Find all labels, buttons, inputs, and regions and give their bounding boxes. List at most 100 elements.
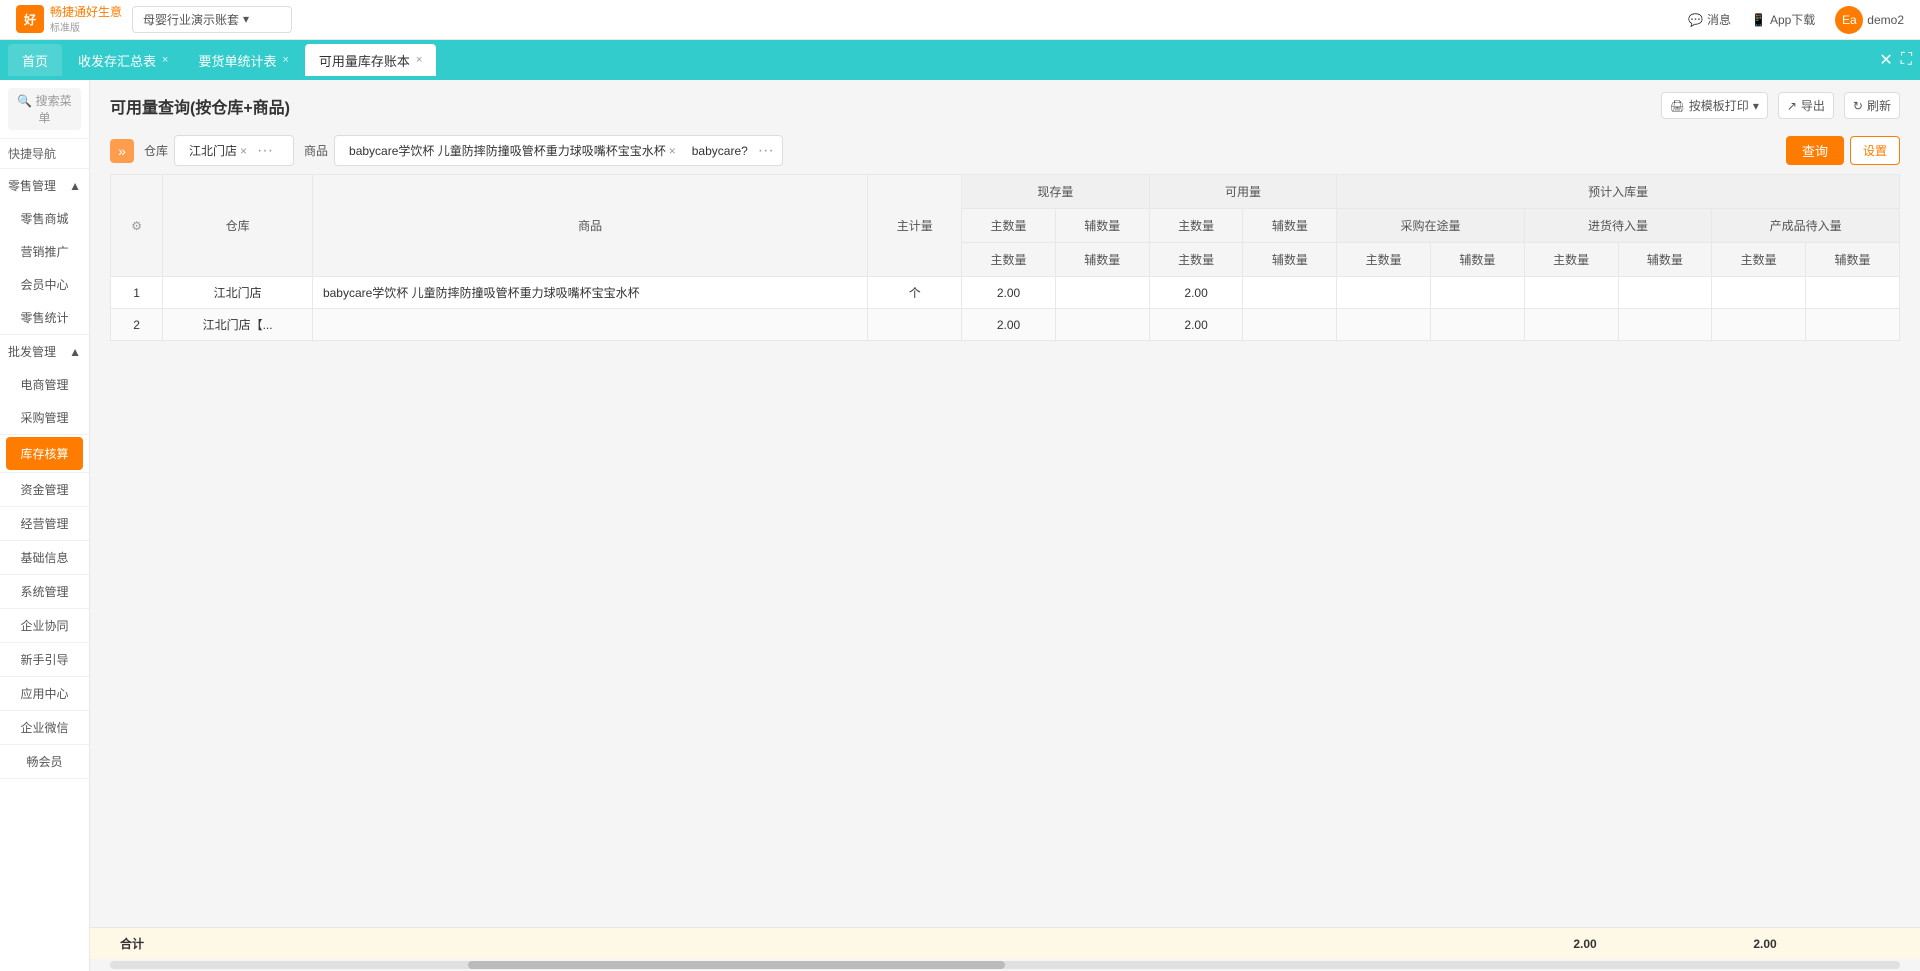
- sidebar-item-new-guide[interactable]: 新手引导: [0, 643, 89, 676]
- page-title: 可用量查询(按仓库+商品): [110, 94, 290, 118]
- sidebar-quick-nav[interactable]: 快捷导航: [0, 139, 89, 169]
- top-bar-left: 好 畅捷通好生意 标准版 母婴行业演示账套 ▾: [16, 5, 292, 34]
- close-all-tabs-icon[interactable]: ✕: [1879, 50, 1892, 70]
- th-av-main: 主数量: [1149, 243, 1243, 277]
- tab-home-label: 首页: [22, 51, 48, 70]
- sidebar-item-operation[interactable]: 经营管理: [0, 507, 89, 540]
- top-bar: 好 畅捷通好生意 标准版 母婴行业演示账套 ▾ 💬 消息 📱 App下载 Ea …: [0, 0, 1920, 40]
- cell-current-main: 2.00: [962, 277, 1056, 309]
- warehouse-filter-group: 仓库 江北门店 × ···: [144, 135, 294, 166]
- cell-inbound-pending-aux: [1618, 309, 1712, 341]
- sidebar-item-system[interactable]: 系统管理: [0, 575, 89, 608]
- template-print-label: 按模板打印: [1689, 97, 1749, 114]
- sidebar-section-finance: 资金管理: [0, 473, 89, 507]
- user-name: demo2: [1867, 13, 1904, 27]
- cell-purchase-transit-main: [1337, 309, 1431, 341]
- top-bar-right: 💬 消息 📱 App下载 Ea demo2: [1688, 6, 1904, 34]
- export-btn[interactable]: ↗ 导出: [1778, 92, 1834, 119]
- sidebar-item-finance[interactable]: 资金管理: [0, 473, 89, 506]
- query-btn[interactable]: 查询: [1786, 136, 1844, 165]
- sidebar-section-retail-header[interactable]: 零售管理 ▲: [0, 169, 89, 202]
- user-area[interactable]: Ea demo2: [1835, 6, 1904, 34]
- warehouse-input[interactable]: 江北门店 × ···: [174, 135, 294, 166]
- settings-btn[interactable]: 设置: [1850, 136, 1900, 165]
- sidebar: 🔍 搜索菜单 快捷导航 零售管理 ▲ 零售商城 营销推广 会员中心 零售统计 批…: [0, 80, 90, 971]
- sidebar-item-purchase[interactable]: 采购管理: [0, 401, 89, 434]
- sidebar-section-enterprise-collab: 企业协同: [0, 609, 89, 643]
- settings-col-icon[interactable]: ⚙: [131, 219, 142, 233]
- tab-home[interactable]: 首页: [8, 44, 62, 76]
- th-warehouse: 仓库: [163, 175, 313, 277]
- sidebar-section-retail-label: 零售管理: [8, 177, 56, 194]
- product-tag-0-close[interactable]: ×: [669, 144, 676, 158]
- message-btn[interactable]: 💬 消息: [1688, 11, 1731, 28]
- cell-main-unit: [868, 309, 962, 341]
- expand-filter-btn[interactable]: »: [110, 139, 134, 163]
- sidebar-item-ecommerce[interactable]: 电商管理: [0, 368, 89, 401]
- sidebar-section-wholesale: 批发管理 ▲ 电商管理 采购管理: [0, 335, 89, 435]
- avatar: Ea: [1835, 6, 1863, 34]
- cell-product-pending-main: [1712, 309, 1806, 341]
- sidebar-item-member-center[interactable]: 会员中心: [0, 268, 89, 301]
- sidebar-item-basic[interactable]: 基础信息: [0, 541, 89, 574]
- sidebar-item-enterprise-collab[interactable]: 企业协同: [0, 609, 89, 642]
- th-pp-aux: 辅数量: [1806, 243, 1900, 277]
- product-dots[interactable]: ···: [758, 142, 774, 160]
- footer-total-label: 合计: [110, 935, 144, 952]
- tab-order-stats[interactable]: 要货单统计表 ×: [184, 44, 302, 76]
- sidebar-search-btn[interactable]: 🔍 搜索菜单: [8, 88, 81, 130]
- sidebar-item-retail-mall[interactable]: 零售商城: [0, 202, 89, 235]
- product-input[interactable]: babycare学饮杯 儿童防摔防撞吸管杯重力球吸嘴杯宝宝水杯 × babyca…: [334, 135, 783, 166]
- org-selector[interactable]: 母婴行业演示账套 ▾: [132, 6, 292, 33]
- sidebar-section-vip-member: 畅会员: [0, 745, 89, 779]
- footer-values: 2.00 2.00: [1220, 937, 1900, 951]
- table-footer: 合计 2.00 2.00: [90, 927, 1920, 959]
- sidebar-item-retail-stats[interactable]: 零售统计: [0, 301, 89, 334]
- nav-tabs: 首页 收发存汇总表 × 要货单统计表 × 可用量库存账本 × ✕ ⛶: [0, 40, 1920, 80]
- th-main-unit: 主计量: [868, 175, 962, 277]
- sidebar-item-marketing[interactable]: 营销推广: [0, 235, 89, 268]
- scroll-thumb[interactable]: [468, 961, 1005, 969]
- tab-receive-send-close[interactable]: ×: [162, 54, 168, 66]
- tab-order-stats-close[interactable]: ×: [282, 54, 288, 66]
- filter-area: » 仓库 江北门店 × ··· 商品 babycare学饮杯 儿童防摔防撞吸管杯…: [90, 127, 1920, 174]
- template-print-btn[interactable]: 🖨 按模板打印 ▾: [1661, 92, 1768, 119]
- sidebar-item-enterprise-wechat[interactable]: 企业微信: [0, 711, 89, 744]
- th-inbound-pending-group: 进货待入量: [1524, 209, 1712, 243]
- sidebar-section-system: 系统管理: [0, 575, 89, 609]
- footer-available-aux: [1810, 937, 1900, 951]
- product-tag-label: babycare学饮杯 儿童防摔防撞吸管杯重力球吸嘴杯宝宝水杯: [349, 142, 666, 159]
- template-print-chevron: ▾: [1753, 99, 1759, 113]
- tab-receive-send[interactable]: 收发存汇总表 ×: [64, 44, 182, 76]
- warehouse-tag-0: 江北门店 ×: [183, 140, 253, 161]
- sidebar-section-app-center: 应用中心: [0, 677, 89, 711]
- logo-text: 畅捷通好生意: [50, 5, 122, 19]
- app-download-btn[interactable]: 📱 App下载: [1751, 11, 1815, 28]
- footer-current-aux: [1630, 937, 1720, 951]
- cell-row-num: 2: [111, 309, 163, 341]
- th-current-main-qty: 主数量: [962, 209, 1056, 243]
- logo-icon: 好: [16, 5, 44, 33]
- warehouse-tag-close[interactable]: ×: [240, 144, 247, 158]
- product-tag-1: babycare?: [686, 142, 754, 160]
- th-ip-aux: 辅数量: [1618, 243, 1712, 277]
- cell-row-num: 1: [111, 277, 163, 309]
- fullscreen-icon[interactable]: ⛶: [1901, 51, 1912, 69]
- data-table: ⚙ 仓库 商品 主计量 现存量: [110, 174, 1900, 341]
- tab-available-stock[interactable]: 可用量库存账本 ×: [305, 44, 436, 76]
- refresh-btn[interactable]: ↻ 刷新: [1844, 92, 1900, 119]
- sidebar-item-app-center[interactable]: 应用中心: [0, 677, 89, 710]
- warehouse-dots[interactable]: ···: [257, 142, 273, 160]
- message-icon: 💬: [1688, 13, 1703, 27]
- sidebar-item-vip-member[interactable]: 畅会员: [0, 745, 89, 778]
- sidebar-section-wholesale-header[interactable]: 批发管理 ▲: [0, 335, 89, 368]
- logo-area: 好 畅捷通好生意 标准版: [16, 5, 122, 34]
- th-settings[interactable]: ⚙: [111, 175, 163, 277]
- table-row: 1 江北门店 babycare学饮杯 儿童防摔防撞吸管杯重力球吸嘴杯宝宝水杯 个…: [111, 277, 1900, 309]
- th-cs-aux: 辅数量: [1055, 243, 1149, 277]
- cell-current-aux: [1055, 277, 1149, 309]
- sidebar-section-basic: 基础信息: [0, 541, 89, 575]
- sidebar-section-enterprise-wechat: 企业微信: [0, 711, 89, 745]
- sidebar-item-inventory[interactable]: 库存核算: [6, 437, 83, 470]
- tab-available-stock-close[interactable]: ×: [416, 54, 422, 66]
